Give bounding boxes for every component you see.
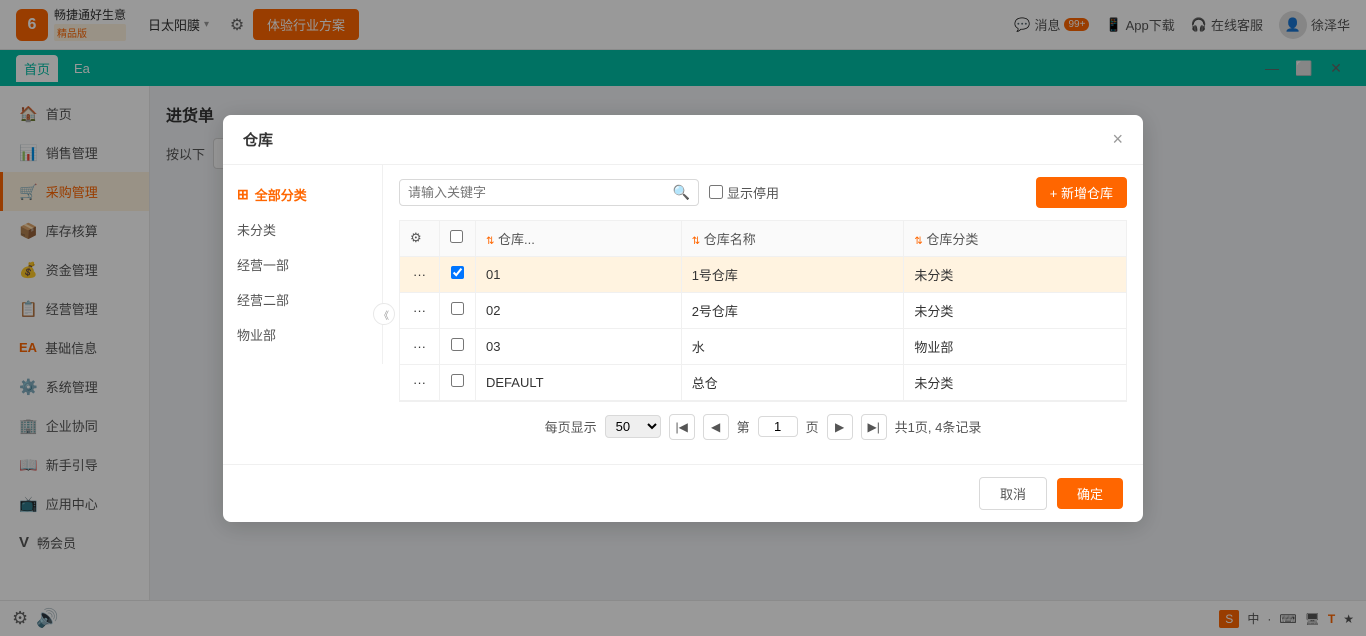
cell-name: 2号仓库: [681, 292, 904, 328]
modal-sidebar: ⊞ 全部分类 未分类 经营一部 经营二部 物业部: [223, 165, 383, 364]
cell-id: 03: [476, 328, 682, 364]
category-property[interactable]: 物业部: [223, 317, 382, 352]
cell-check[interactable]: [440, 364, 476, 400]
cell-name: 水: [681, 328, 904, 364]
sort-icon-category: ⇅: [914, 236, 922, 247]
search-icon: 🔍: [673, 184, 690, 201]
confirm-button[interactable]: 确定: [1057, 478, 1123, 509]
show-disabled-label: 显示停用: [727, 183, 779, 202]
cell-id: 02: [476, 292, 682, 328]
cell-category: 未分类: [904, 256, 1127, 292]
category-unclassified[interactable]: 未分类: [223, 212, 382, 247]
col-header-check: [440, 220, 476, 256]
col-header-id[interactable]: ⇅ 仓库...: [476, 220, 682, 256]
modal-close-button[interactable]: ×: [1112, 129, 1123, 150]
row-checkbox[interactable]: [451, 302, 464, 315]
modal-header: 仓库 ×: [223, 115, 1143, 165]
page-total: 共1页, 4条记录: [895, 417, 982, 436]
per-page-select[interactable]: 50 20 100: [605, 415, 661, 438]
cell-name: 1号仓库: [681, 256, 904, 292]
modal-content-area: 🔍 显示停用 + 新增仓库 ⚙: [383, 165, 1143, 464]
modal-toolbar: 🔍 显示停用 + 新增仓库: [399, 177, 1127, 208]
page-prev-button[interactable]: ◀: [703, 414, 729, 440]
cell-name: 总仓: [681, 364, 904, 400]
cell-category: 物业部: [904, 328, 1127, 364]
select-all-checkbox[interactable]: [450, 230, 463, 243]
page-next-button[interactable]: ▶: [827, 414, 853, 440]
cell-actions: ···: [400, 328, 440, 364]
modal-body: ⊞ 全部分类 未分类 经营一部 经营二部 物业部 《 🔍: [223, 165, 1143, 464]
cancel-button[interactable]: 取消: [979, 477, 1047, 510]
cell-actions: ···: [400, 364, 440, 400]
row-checkbox[interactable]: [451, 338, 464, 351]
row-checkbox[interactable]: [451, 266, 464, 279]
warehouse-table: ⚙ ⇅ 仓库... ⇅ 仓库名称: [399, 220, 1127, 401]
table-row[interactable]: ··· 01 1号仓库 未分类: [400, 256, 1127, 292]
page-last-button[interactable]: ▶|: [861, 414, 887, 440]
col-header-name[interactable]: ⇅ 仓库名称: [681, 220, 904, 256]
cell-id: 01: [476, 256, 682, 292]
modal-category-header: ⊞ 全部分类: [223, 177, 382, 212]
cell-check[interactable]: [440, 256, 476, 292]
table-row[interactable]: ··· DEFAULT 总仓 未分类: [400, 364, 1127, 400]
modal-sidebar-wrap: ⊞ 全部分类 未分类 经营一部 经营二部 物业部 《: [223, 165, 383, 464]
grid-icon: ⊞: [237, 186, 249, 203]
row-checkbox[interactable]: [451, 374, 464, 387]
cell-check[interactable]: [440, 292, 476, 328]
col-header-category[interactable]: ⇅ 仓库分类: [904, 220, 1127, 256]
sort-icon-id: ⇅: [486, 236, 494, 247]
cell-category: 未分类: [904, 292, 1127, 328]
search-input-wrap: 🔍: [399, 179, 699, 206]
modal-footer: 取消 确定: [223, 464, 1143, 522]
cell-check[interactable]: [440, 328, 476, 364]
page-label: 页: [806, 417, 819, 436]
sort-icon-name: ⇅: [692, 236, 700, 247]
add-warehouse-button[interactable]: + 新增仓库: [1036, 177, 1127, 208]
page-label-pre: 第: [737, 417, 750, 436]
cell-id: DEFAULT: [476, 364, 682, 400]
warehouse-modal: 仓库 × ⊞ 全部分类 未分类 经营一部 经营二部 物业部 《: [223, 115, 1143, 522]
cell-category: 未分类: [904, 364, 1127, 400]
collapse-sidebar-button[interactable]: 《: [373, 303, 395, 325]
table-row[interactable]: ··· 03 水 物业部: [400, 328, 1127, 364]
show-disabled-checkbox[interactable]: [709, 185, 723, 199]
modal-title: 仓库: [243, 129, 273, 150]
per-page-label: 每页显示: [545, 417, 597, 436]
cell-actions: ···: [400, 292, 440, 328]
show-disabled-wrap: 显示停用: [709, 183, 779, 202]
pagination: 每页显示 50 20 100 |◀ ◀ 第 页 ▶ ▶| 共1页, 4条记录: [399, 401, 1127, 452]
cell-actions: ···: [400, 256, 440, 292]
modal-overlay: 仓库 × ⊞ 全部分类 未分类 经营一部 经营二部 物业部 《: [0, 0, 1366, 636]
table-row[interactable]: ··· 02 2号仓库 未分类: [400, 292, 1127, 328]
table-container: ⚙ ⇅ 仓库... ⇅ 仓库名称: [399, 220, 1127, 401]
page-input[interactable]: [758, 416, 798, 437]
category-ops2[interactable]: 经营二部: [223, 282, 382, 317]
category-ops1[interactable]: 经营一部: [223, 247, 382, 282]
page-first-button[interactable]: |◀: [669, 414, 695, 440]
search-input[interactable]: [408, 185, 673, 200]
col-header-gear: ⚙: [400, 220, 440, 256]
